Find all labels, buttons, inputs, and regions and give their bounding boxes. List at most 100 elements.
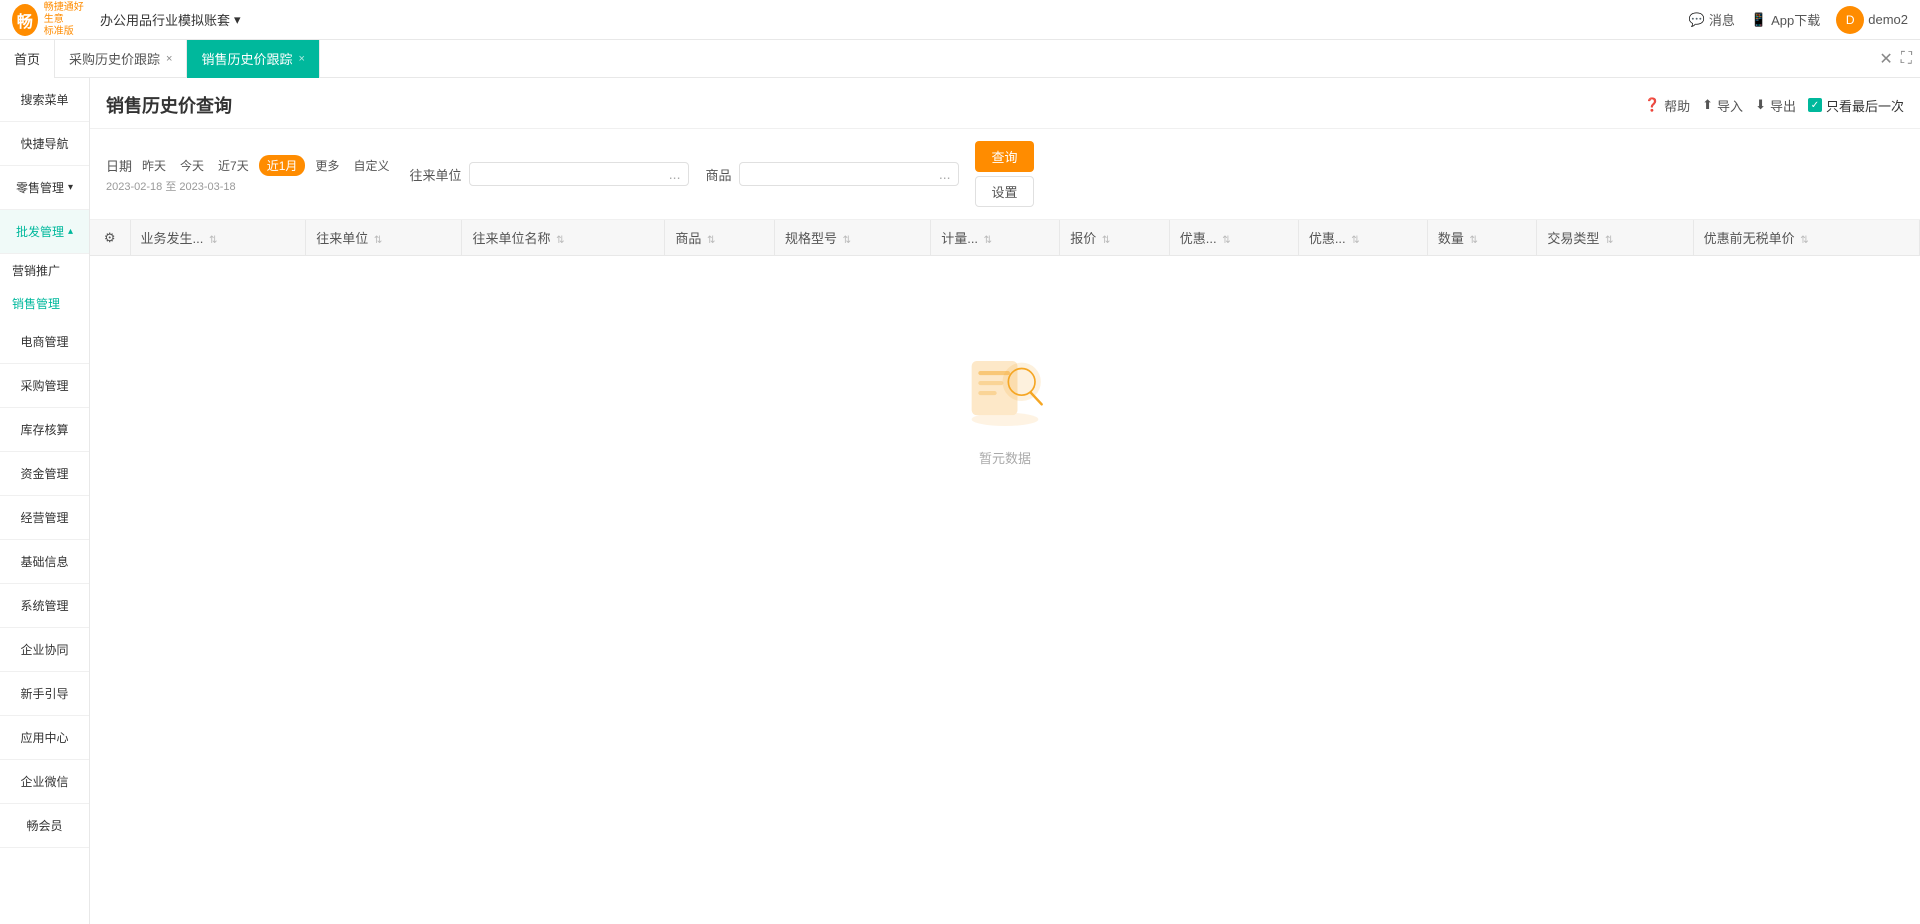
sidebar-item-wechat[interactable]: 企业微信: [0, 760, 89, 804]
tab-sales[interactable]: 销售历史价跟踪 ×: [187, 40, 319, 78]
sidebar-item-label: 营销推广: [12, 262, 60, 279]
date-btn-more[interactable]: 更多: [311, 155, 343, 176]
tab-bar: 首页 采购历史价跟踪 × 销售历史价跟踪 × ✕ ⛶: [0, 40, 1920, 78]
sidebar-item-finance[interactable]: 资金管理: [0, 452, 89, 496]
sidebar-item-retail-mgmt[interactable]: 零售管理 ▾: [0, 166, 89, 210]
sidebar-item-label: 经营管理: [20, 509, 68, 526]
user-info[interactable]: D demo2: [1836, 6, 1908, 34]
sidebar-item-sys-mgmt[interactable]: 系统管理: [0, 584, 89, 628]
sidebar-item-wholesale-mgmt[interactable]: 批发管理 ▴: [0, 210, 89, 254]
page-title-bar: 销售历史价查询 ❓ 帮助 ⬆ 导入 ⬇ 导出 ✓: [90, 78, 1920, 129]
th-unit[interactable]: 计量... ⇅: [931, 220, 1060, 256]
th-discount-amt[interactable]: 优惠... ⇅: [1298, 220, 1427, 256]
date-btn-yesterday[interactable]: 昨天: [138, 155, 170, 176]
partner-input[interactable]: [478, 167, 668, 182]
product-filter-group: 商品 ...: [705, 162, 959, 186]
chevron-up-icon: ▴: [68, 226, 73, 237]
sidebar-item-sales-mgmt[interactable]: 销售管理: [0, 287, 89, 320]
sidebar-item-label: 系统管理: [20, 597, 68, 614]
avatar: D: [1836, 6, 1864, 34]
table-header-row: ⚙ 业务发生... ⇅ 往来单位 ⇅ 往来单位名称: [90, 220, 1920, 256]
sidebar-item-label: 应用中心: [20, 729, 68, 746]
sidebar-item-vip[interactable]: 畅会员: [0, 804, 89, 848]
logo-area: 畅 畅捷通好生意 标准版: [12, 2, 92, 38]
data-table: ⚙ 业务发生... ⇅ 往来单位 ⇅ 往来单位名称: [90, 220, 1920, 256]
tab-sales-close[interactable]: ×: [298, 53, 304, 65]
sidebar-item-app-center[interactable]: 应用中心: [0, 716, 89, 760]
date-btn-7days[interactable]: 近7天: [214, 155, 253, 176]
checkbox-checked-icon: ✓: [1808, 98, 1822, 112]
sort-icon: ⇅: [1469, 235, 1477, 246]
top-header: 畅 畅捷通好生意 标准版 办公用品行业模拟账套 ▾ 💬 消息 📱 App下载 D…: [0, 0, 1920, 40]
sidebar-item-ecom[interactable]: 电商管理: [0, 320, 89, 364]
only-last-checkbox[interactable]: ✓ 只看最后一次: [1808, 96, 1904, 115]
sidebar-item-label: 批发管理: [16, 223, 64, 240]
th-product[interactable]: 商品 ⇅: [665, 220, 775, 256]
sidebar-item-quick-nav[interactable]: 快捷导航: [0, 122, 89, 166]
settings-btn[interactable]: 设置: [975, 176, 1033, 207]
help-icon: ❓: [1644, 97, 1660, 113]
import-btn[interactable]: ⬆ 导入: [1702, 96, 1743, 115]
date-label: 日期: [106, 156, 132, 175]
sidebar-item-label: 企业协同: [20, 641, 68, 658]
tab-home[interactable]: 首页: [0, 40, 55, 78]
tab-purchase-close[interactable]: ×: [166, 53, 172, 65]
partner-label: 往来单位: [409, 165, 461, 184]
tab-purchase[interactable]: 采购历史价跟踪 ×: [55, 40, 187, 78]
th-trade-type[interactable]: 交易类型 ⇅: [1537, 220, 1693, 256]
product-label: 商品: [705, 165, 731, 184]
sort-icon: ⇅: [556, 235, 564, 246]
date-options: 日期 昨天 今天 近7天 近1月 更多 自定义: [106, 155, 393, 176]
th-settings[interactable]: ⚙: [90, 220, 130, 256]
query-btn[interactable]: 查询: [975, 141, 1033, 172]
sidebar-item-search-menu[interactable]: 搜索菜单: [0, 78, 89, 122]
th-qty[interactable]: 数量 ⇅: [1427, 220, 1537, 256]
help-btn[interactable]: ❓ 帮助: [1644, 96, 1690, 115]
tab-maximize-btn[interactable]: ⛶: [1901, 50, 1912, 68]
th-quote[interactable]: 报价 ⇅: [1060, 220, 1170, 256]
sidebar-item-marketing[interactable]: 营销推广: [0, 254, 89, 287]
th-discount-rate[interactable]: 优惠... ⇅: [1169, 220, 1298, 256]
date-btn-1month[interactable]: 近1月: [259, 155, 306, 176]
partner-search-dots[interactable]: ...: [669, 166, 681, 182]
page-title: 销售历史价查询: [106, 92, 232, 118]
empty-text: 暂元数据: [979, 448, 1031, 467]
th-biz-date[interactable]: 业务发生... ⇅: [130, 220, 306, 256]
sidebar-item-enterprise[interactable]: 企业协同: [0, 628, 89, 672]
date-btn-custom[interactable]: 自定义: [349, 155, 393, 176]
partner-input-wrap: ...: [469, 162, 689, 186]
sidebar-item-purchase[interactable]: 采购管理: [0, 364, 89, 408]
sort-icon: ⇅: [374, 235, 382, 246]
sidebar-item-label: 销售管理: [12, 295, 60, 312]
sidebar-item-basic-info[interactable]: 基础信息: [0, 540, 89, 584]
import-icon: ⬆: [1702, 97, 1713, 113]
sidebar-item-operation[interactable]: 经营管理: [0, 496, 89, 540]
sidebar-item-inventory[interactable]: 库存核算: [0, 408, 89, 452]
sidebar-item-label: 电商管理: [20, 333, 68, 350]
chevron-down-icon: ▾: [234, 12, 241, 28]
app-selector[interactable]: 办公用品行业模拟账套 ▾: [100, 10, 241, 29]
th-partner-code[interactable]: 往来单位 ⇅: [306, 220, 462, 256]
tab-close-all-btn[interactable]: ✕: [1879, 49, 1892, 69]
sort-icon: ⇅: [1222, 235, 1230, 246]
message-btn[interactable]: 💬 消息: [1689, 10, 1735, 29]
product-search-dots[interactable]: ...: [939, 166, 951, 182]
product-input-wrap: ...: [739, 162, 959, 186]
th-pre-tax-price[interactable]: 优惠前无税单价 ⇅: [1693, 220, 1919, 256]
product-input[interactable]: [748, 167, 938, 182]
sort-icon: ⇅: [1102, 235, 1110, 246]
logo-icon: 畅: [12, 4, 38, 36]
th-partner-name[interactable]: 往来单位名称 ⇅: [462, 220, 665, 256]
table-wrap: ⚙ 业务发生... ⇅ 往来单位 ⇅ 往来单位名称: [90, 220, 1920, 924]
sidebar-item-label: 企业微信: [20, 773, 68, 790]
th-spec[interactable]: 规格型号 ⇅: [774, 220, 930, 256]
date-btn-today[interactable]: 今天: [176, 155, 208, 176]
sort-icon: ⇅: [984, 235, 992, 246]
app-download-btn[interactable]: 📱 App下载: [1751, 10, 1820, 29]
sort-icon: ⇅: [1351, 235, 1359, 246]
header-right: 💬 消息 📱 App下载 D demo2: [1689, 6, 1908, 34]
sidebar-item-label: 新手引导: [20, 685, 68, 702]
sidebar-item-guide[interactable]: 新手引导: [0, 672, 89, 716]
export-btn[interactable]: ⬇ 导出: [1755, 96, 1796, 115]
sidebar-item-label: 采购管理: [20, 377, 68, 394]
